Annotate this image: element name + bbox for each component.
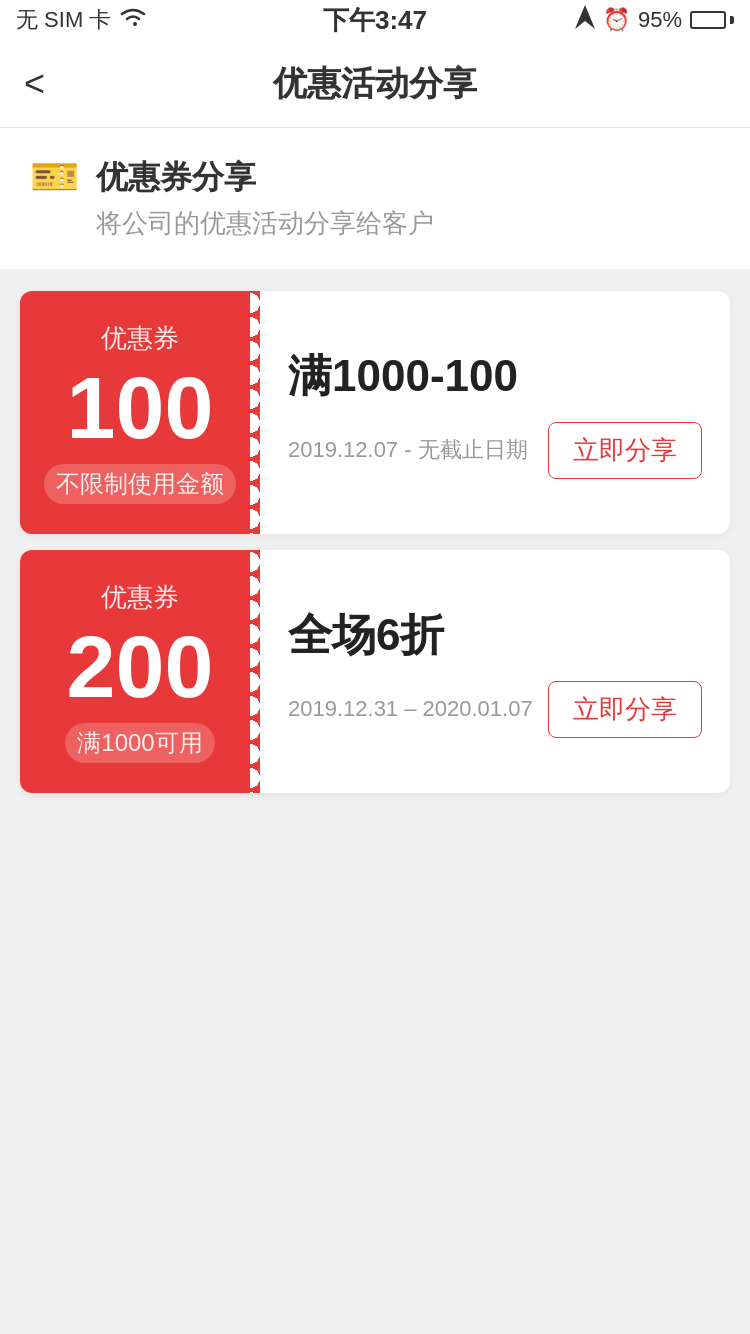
- coupon-bottom-row-0: 2019.12.07 - 无截止日期 立即分享: [288, 422, 702, 479]
- location-icon: [575, 5, 595, 35]
- coupon-left-1: 优惠券 200 满1000可用: [20, 550, 260, 793]
- coupon-share-icon: 🎫: [30, 156, 80, 196]
- share-button-0[interactable]: 立即分享: [548, 422, 702, 479]
- status-time: 下午3:47: [323, 3, 427, 38]
- page-title: 优惠活动分享: [273, 61, 477, 107]
- nav-bar: < 优惠活动分享: [0, 40, 750, 128]
- battery-icon: [690, 11, 734, 29]
- coupon-right-1: 全场6折 2019.12.31 – 2020.01.07 立即分享: [260, 550, 730, 793]
- coupon-amount-1: 200: [67, 623, 214, 711]
- coupon-right-0: 满1000-100 2019.12.07 - 无截止日期 立即分享: [260, 291, 730, 534]
- coupon-bottom-row-1: 2019.12.31 – 2020.01.07 立即分享: [288, 681, 702, 738]
- coupon-amount-0: 100: [67, 364, 214, 452]
- back-button[interactable]: <: [24, 63, 45, 105]
- coupon-card: 优惠券 100 不限制使用金额 满1000-100 2019.12.07 - 无…: [20, 291, 730, 534]
- status-bar: 无 SIM 卡 下午3:47 ⏰ 95%: [0, 0, 750, 40]
- share-button-1[interactable]: 立即分享: [548, 681, 702, 738]
- coupon-date-1: 2019.12.31 – 2020.01.07: [288, 696, 536, 722]
- status-left: 无 SIM 卡: [16, 5, 147, 35]
- coupon-list: 优惠券 100 不限制使用金额 满1000-100 2019.12.07 - 无…: [0, 271, 750, 813]
- carrier-text: 无 SIM 卡: [16, 5, 111, 35]
- coupon-condition-0: 不限制使用金额: [44, 464, 236, 504]
- section-subtitle: 将公司的优惠活动分享给客户: [96, 206, 434, 241]
- coupon-card: 优惠券 200 满1000可用 全场6折 2019.12.31 – 2020.0…: [20, 550, 730, 793]
- status-right: ⏰ 95%: [575, 5, 734, 35]
- section-header: 🎫 优惠券分享 将公司的优惠活动分享给客户: [0, 128, 750, 269]
- coupon-name-1: 全场6折: [288, 606, 702, 665]
- section-text-group: 优惠券分享 将公司的优惠活动分享给客户: [96, 156, 434, 241]
- coupon-label-1: 优惠券: [101, 580, 179, 615]
- coupon-date-0: 2019.12.07 - 无截止日期: [288, 435, 536, 465]
- coupon-name-0: 满1000-100: [288, 347, 702, 406]
- coupon-condition-1: 满1000可用: [65, 723, 214, 763]
- coupon-label-0: 优惠券: [101, 321, 179, 356]
- section-title: 优惠券分享: [96, 156, 434, 200]
- battery-percent: 95%: [638, 7, 682, 33]
- coupon-left-0: 优惠券 100 不限制使用金额: [20, 291, 260, 534]
- wifi-icon: [119, 6, 147, 34]
- alarm-icon: ⏰: [603, 7, 630, 33]
